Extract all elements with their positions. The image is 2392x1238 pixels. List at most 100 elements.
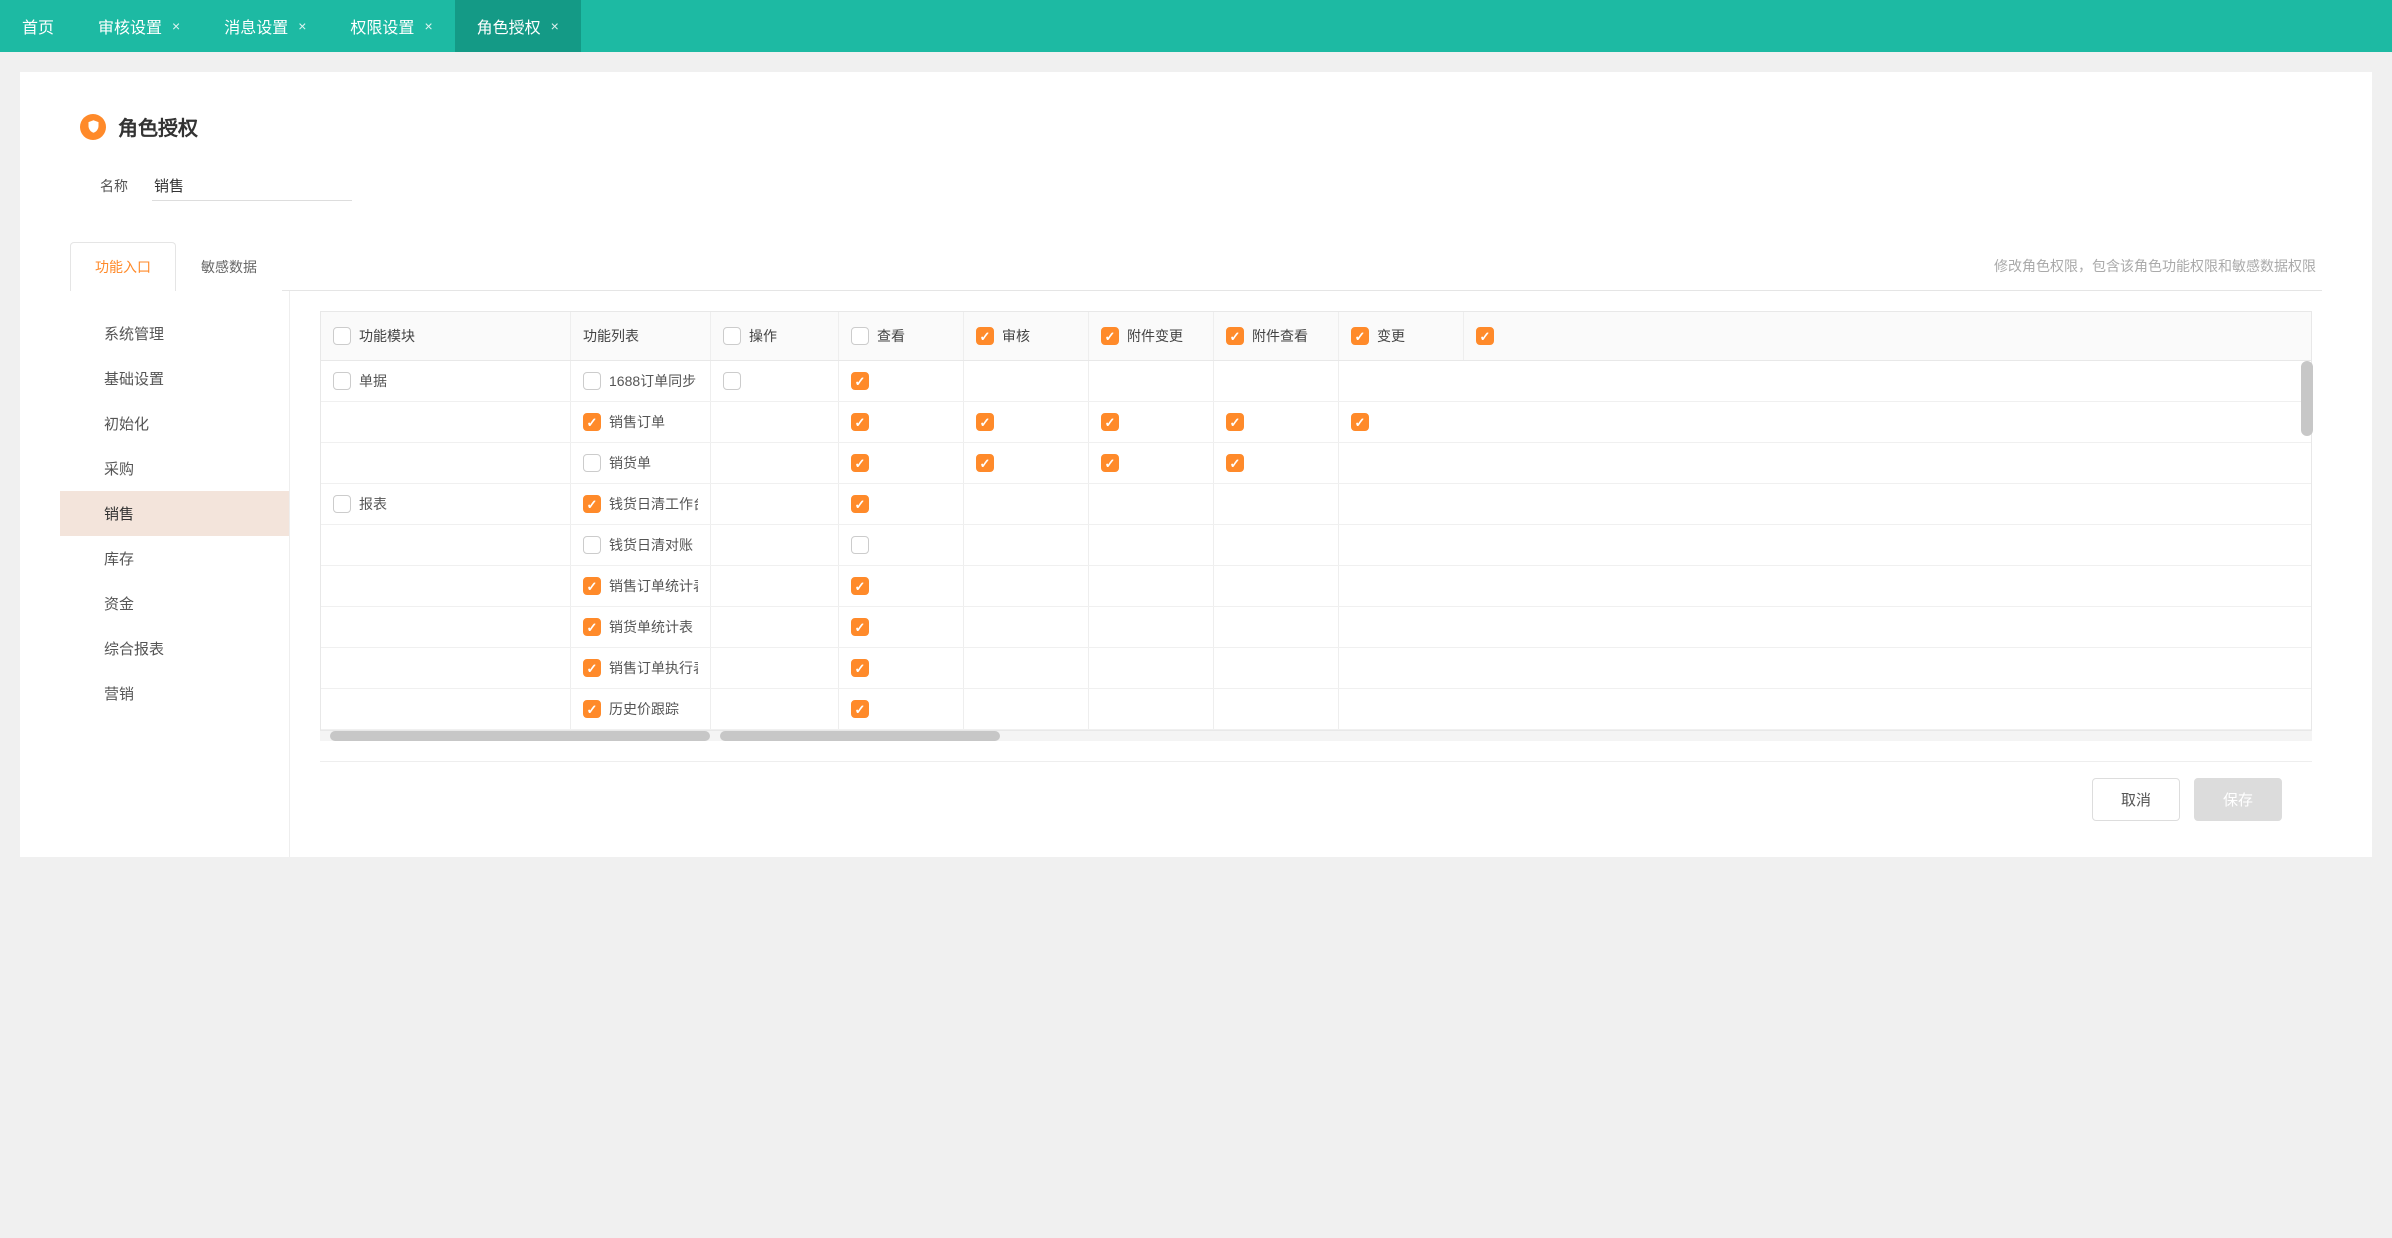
close-icon[interactable]: ×	[298, 18, 306, 34]
cell-perm-5	[1339, 648, 1464, 688]
cell-perm-3	[1089, 443, 1214, 483]
subtab-1[interactable]: 敏感数据	[176, 242, 282, 291]
table-row: 销货单统计表	[321, 607, 2311, 648]
checkbox[interactable]	[723, 327, 741, 345]
checkbox[interactable]	[583, 659, 601, 677]
checkbox[interactable]	[851, 577, 869, 595]
cell-perm-1	[839, 689, 964, 729]
table-row: 钱货日清对账	[321, 525, 2311, 566]
sidenav-item-3[interactable]: 采购	[60, 446, 289, 491]
cell-perm-1	[839, 443, 964, 483]
checkbox[interactable]	[583, 413, 601, 431]
cancel-button[interactable]: 取消	[2092, 778, 2180, 821]
checkbox[interactable]	[583, 700, 601, 718]
checkbox[interactable]	[1351, 413, 1369, 431]
checkbox[interactable]	[851, 659, 869, 677]
checkbox[interactable]	[333, 372, 351, 390]
cell-perm-2	[964, 607, 1089, 647]
permission-grid: 功能模块功能列表操作查看审核附件变更附件查看变更 单据1688订单同步销售订单销…	[320, 311, 2312, 731]
cell-perm-1	[839, 525, 964, 565]
cell-perm-2	[964, 566, 1089, 606]
cell-perm-3	[1089, 689, 1214, 729]
close-icon[interactable]: ×	[424, 18, 432, 34]
checkbox[interactable]	[1101, 327, 1119, 345]
checkbox[interactable]	[976, 327, 994, 345]
column-header-1: 功能列表	[571, 312, 711, 360]
checkbox[interactable]	[333, 495, 351, 513]
cell-perm-5	[1339, 361, 1464, 401]
checkbox[interactable]	[851, 700, 869, 718]
cell-perm-1	[839, 607, 964, 647]
table-row: 报表钱货日清工作台	[321, 484, 2311, 525]
top-tab-4[interactable]: 角色授权×	[455, 0, 581, 52]
checkbox[interactable]	[1226, 413, 1244, 431]
grid-body: 单据1688订单同步销售订单销货单报表钱货日清工作台钱货日清对账销售订单统计表销…	[321, 361, 2311, 730]
cell-perm-1	[839, 484, 964, 524]
vertical-scrollbar[interactable]	[2301, 361, 2313, 741]
grid-header: 功能模块功能列表操作查看审核附件变更附件查看变更	[321, 312, 2311, 361]
cell-perm-2	[964, 689, 1089, 729]
checkbox[interactable]	[1101, 413, 1119, 431]
checkbox[interactable]	[583, 495, 601, 513]
top-tab-3[interactable]: 权限设置×	[328, 0, 454, 52]
checkbox[interactable]	[723, 372, 741, 390]
checkbox[interactable]	[1101, 454, 1119, 472]
cell-feature: 1688订单同步	[571, 361, 711, 401]
name-input[interactable]	[152, 171, 352, 201]
checkbox[interactable]	[583, 577, 601, 595]
column-header-7: 变更	[1339, 312, 1464, 360]
checkbox[interactable]	[851, 618, 869, 636]
cell-group: 报表	[321, 484, 571, 524]
cell-perm-3	[1089, 402, 1214, 442]
cell-perm-4	[1214, 443, 1339, 483]
checkbox[interactable]	[1351, 327, 1369, 345]
cell-perm-0	[711, 566, 839, 606]
cell-perm-0	[711, 525, 839, 565]
checkbox[interactable]	[1226, 327, 1244, 345]
sidenav-item-1[interactable]: 基础设置	[60, 356, 289, 401]
horizontal-scrollbar[interactable]	[320, 731, 2312, 741]
checkbox[interactable]	[851, 454, 869, 472]
sidenav-item-7[interactable]: 综合报表	[60, 626, 289, 671]
sidenav-item-6[interactable]: 资金	[60, 581, 289, 626]
close-icon[interactable]: ×	[172, 18, 180, 34]
cell-feature: 钱货日清对账	[571, 525, 711, 565]
checkbox[interactable]	[583, 454, 601, 472]
checkbox[interactable]	[1226, 454, 1244, 472]
top-tab-0[interactable]: 首页	[0, 0, 76, 52]
checkbox[interactable]	[583, 536, 601, 554]
checkbox[interactable]	[583, 372, 601, 390]
sidenav-item-5[interactable]: 库存	[60, 536, 289, 581]
checkbox[interactable]	[333, 327, 351, 345]
column-header-2: 操作	[711, 312, 839, 360]
cell-perm-4	[1214, 648, 1339, 688]
close-icon[interactable]: ×	[551, 18, 559, 34]
checkbox[interactable]	[851, 413, 869, 431]
cell-feature: 钱货日清工作台	[571, 484, 711, 524]
cell-perm-0	[711, 361, 839, 401]
checkbox[interactable]	[851, 495, 869, 513]
subtab-0[interactable]: 功能入口	[70, 242, 176, 291]
checkbox[interactable]	[851, 327, 869, 345]
top-tab-1[interactable]: 审核设置×	[76, 0, 202, 52]
checkbox[interactable]	[976, 454, 994, 472]
column-header-0: 功能模块	[321, 312, 571, 360]
checkbox[interactable]	[583, 618, 601, 636]
checkbox[interactable]	[1476, 327, 1494, 345]
checkbox[interactable]	[976, 413, 994, 431]
checkbox[interactable]	[851, 536, 869, 554]
sidenav-item-0[interactable]: 系统管理	[60, 311, 289, 356]
page-title: 角色授权	[118, 112, 198, 141]
cell-perm-4	[1214, 361, 1339, 401]
cell-feature: 历史价跟踪	[571, 689, 711, 729]
sidenav-item-2[interactable]: 初始化	[60, 401, 289, 446]
cell-group	[321, 525, 571, 565]
save-button[interactable]: 保存	[2194, 778, 2282, 821]
checkbox[interactable]	[851, 372, 869, 390]
top-tab-2[interactable]: 消息设置×	[202, 0, 328, 52]
cell-perm-2	[964, 402, 1089, 442]
cell-perm-1	[839, 566, 964, 606]
cell-perm-2	[964, 361, 1089, 401]
sidenav-item-4[interactable]: 销售	[60, 491, 289, 536]
sidenav-item-8[interactable]: 营销	[60, 671, 289, 716]
